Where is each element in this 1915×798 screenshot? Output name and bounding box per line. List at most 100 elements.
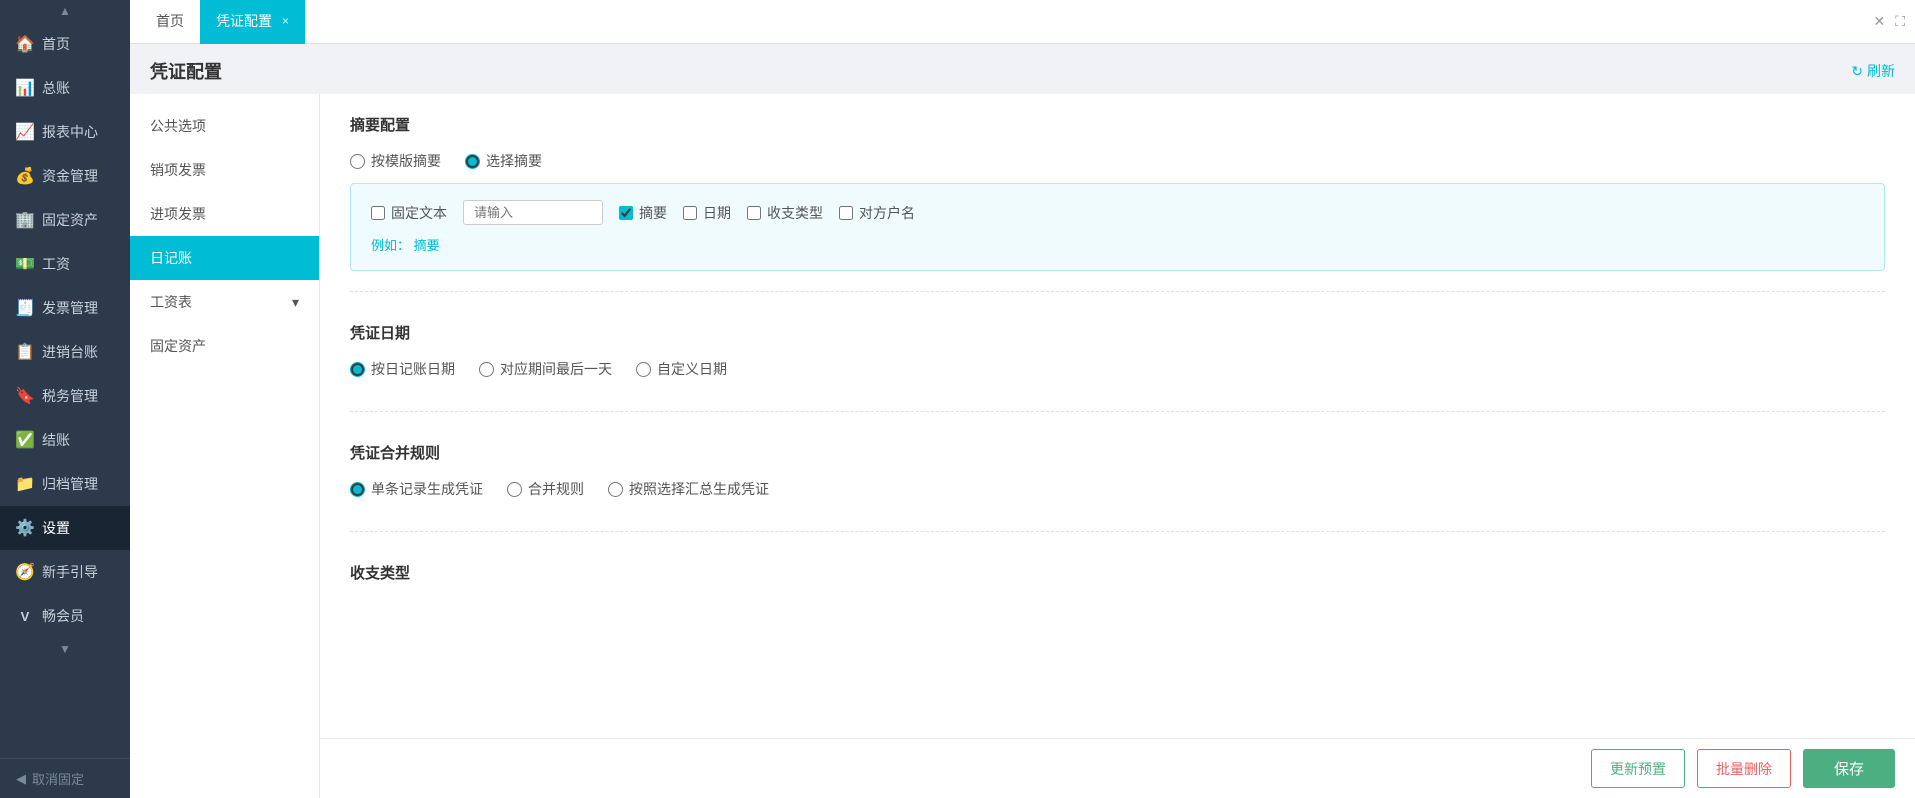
merge-rule-title: 凭证合并规则 — [350, 442, 1885, 463]
merge-radio-single[interactable]: 单条记录生成凭证 — [350, 479, 483, 499]
sidebar-item-home[interactable]: 🏠 首页 — [0, 22, 130, 66]
sidebar-item-ledger[interactable]: 📊 总账 — [0, 66, 130, 110]
date-radio-custom-input[interactable] — [636, 362, 651, 377]
left-nav: 公共选项 销项发票 进项发票 日记账 工资表 ▾ 固定资产 — [130, 94, 320, 798]
income-expense-section: 收支类型 — [350, 562, 1885, 619]
checkbox-fixed-text-input[interactable] — [371, 206, 385, 220]
payroll-icon: 💵 — [16, 255, 34, 273]
merge-radio-single-input[interactable] — [350, 482, 365, 497]
sidebar-item-report[interactable]: 📈 报表中心 — [0, 110, 130, 154]
voucher-date-radio-row: 按日记账日期 对应期间最后一天 自定义日期 — [350, 359, 1885, 379]
merge-radio-rule-input[interactable] — [507, 482, 522, 497]
abstract-config-box: 固定文本 摘要 日期 — [350, 183, 1885, 271]
archive-icon: 📁 — [16, 475, 34, 493]
page-title: 凭证配置 — [150, 58, 222, 84]
invoice-icon: 🧾 — [16, 299, 34, 317]
sidebar-item-inventory[interactable]: 📋 进销台账 — [0, 330, 130, 374]
tab-actions: ✕ ⛶ — [1873, 13, 1905, 30]
inventory-icon: 📋 — [16, 343, 34, 361]
checkbox-date[interactable]: 日期 — [683, 203, 731, 223]
tab-home[interactable]: 首页 — [140, 0, 200, 44]
tab-bar: 首页 凭证配置 × ✕ ⛶ — [130, 0, 1915, 44]
tax-icon: 🔖 — [16, 387, 34, 405]
abstract-example: 例如： 摘要 — [371, 235, 1864, 254]
abstract-radio-select[interactable]: 选择摘要 — [465, 151, 542, 171]
sidebar-item-invoice[interactable]: 🧾 发票管理 — [0, 286, 130, 330]
checkbox-income-type-input[interactable] — [747, 206, 761, 220]
right-content: 摘要配置 按模版摘要 选择摘要 — [320, 94, 1915, 738]
merge-radio-summary-input[interactable] — [608, 482, 623, 497]
tab-close-button[interactable]: × — [282, 14, 289, 28]
checkbox-counterparty-input[interactable] — [839, 206, 853, 220]
maximize-button[interactable]: ⛶ — [1895, 13, 1905, 30]
date-radio-journal[interactable]: 按日记账日期 — [350, 359, 455, 379]
sidebar-item-settings[interactable]: ⚙️ 设置 — [0, 506, 130, 550]
abstract-radio-select-input[interactable] — [465, 154, 480, 169]
cancel-pin-button[interactable]: ◀ 取消固定 — [0, 758, 130, 798]
abstract-text-field[interactable] — [463, 200, 603, 225]
report-icon: 📈 — [16, 123, 34, 141]
date-radio-last-day-input[interactable] — [479, 362, 494, 377]
home-icon: 🏠 — [16, 35, 34, 53]
sidebar-item-tax[interactable]: 🔖 税务管理 — [0, 374, 130, 418]
merge-rule-section: 凭证合并规则 单条记录生成凭证 合并规则 — [350, 442, 1885, 532]
date-radio-journal-input[interactable] — [350, 362, 365, 377]
body-layout: 公共选项 销项发票 进项发票 日记账 工资表 ▾ 固定资产 — [130, 94, 1915, 798]
main-area: 首页 凭证配置 × ✕ ⛶ 凭证配置 ↻ 刷新 公共选项 — [130, 0, 1915, 798]
abstract-section-title: 摘要配置 — [350, 114, 1885, 135]
abstract-radio-template[interactable]: 按模版摘要 — [350, 151, 441, 171]
bottom-actions: 更新预置 批量删除 保存 — [320, 738, 1915, 798]
checkbox-date-input[interactable] — [683, 206, 697, 220]
update-preview-button[interactable]: 更新预置 — [1591, 749, 1685, 788]
ledger-icon: 📊 — [16, 79, 34, 97]
sidebar-item-funds[interactable]: 💰 资金管理 — [0, 154, 130, 198]
voucher-date-title: 凭证日期 — [350, 322, 1885, 343]
sidebar-item-guide[interactable]: 🧭 新手引导 — [0, 550, 130, 594]
merge-radio-summary[interactable]: 按照选择汇总生成凭证 — [608, 479, 769, 499]
sidebar-scroll-up[interactable]: ▲ — [0, 0, 130, 22]
guide-icon: 🧭 — [16, 563, 34, 581]
funds-icon: 💰 — [16, 167, 34, 185]
save-button[interactable]: 保存 — [1803, 749, 1895, 788]
abstract-checkbox-row: 固定文本 摘要 日期 — [371, 200, 1864, 225]
nav-input-invoice[interactable]: 进项发票 — [130, 192, 319, 236]
nav-output-invoice[interactable]: 销项发票 — [130, 148, 319, 192]
sidebar-item-assets[interactable]: 🏢 固定资产 — [0, 198, 130, 242]
checkbox-income-type[interactable]: 收支类型 — [747, 203, 823, 223]
sidebar-item-close-account[interactable]: ✅ 结账 — [0, 418, 130, 462]
member-icon: V — [16, 607, 34, 625]
sidebar-item-payroll[interactable]: 💵 工资 — [0, 242, 130, 286]
nav-journal[interactable]: 日记账 — [130, 236, 319, 280]
abstract-radio-row: 按模版摘要 选择摘要 — [350, 151, 1885, 171]
close-account-icon: ✅ — [16, 431, 34, 449]
nav-payroll-table[interactable]: 工资表 ▾ — [130, 280, 319, 324]
checkbox-abstract[interactable]: 摘要 — [619, 203, 667, 223]
page-content: 凭证配置 ↻ 刷新 公共选项 销项发票 进项发票 日记账 — [130, 44, 1915, 798]
date-radio-last-day[interactable]: 对应期间最后一天 — [479, 359, 612, 379]
abstract-radio-template-input[interactable] — [350, 154, 365, 169]
refresh-button[interactable]: ↻ 刷新 — [1851, 61, 1895, 81]
sidebar-scroll-down[interactable]: ▼ — [0, 638, 130, 660]
checkbox-counterparty[interactable]: 对方户名 — [839, 203, 915, 223]
pin-icon: ◀ — [16, 771, 26, 787]
sidebar-item-member[interactable]: V 畅会员 — [0, 594, 130, 638]
assets-icon: 🏢 — [16, 211, 34, 229]
batch-delete-button[interactable]: 批量删除 — [1697, 749, 1791, 788]
tab-voucher-config[interactable]: 凭证配置 × — [200, 0, 305, 44]
refresh-icon: ↻ — [1851, 63, 1863, 80]
settings-icon: ⚙️ — [16, 519, 34, 537]
checkbox-abstract-input[interactable] — [619, 206, 633, 220]
page-header: 凭证配置 ↻ 刷新 — [130, 44, 1915, 94]
sidebar: ▲ 🏠 首页 📊 总账 📈 报表中心 💰 资金管理 🏢 固定资产 💵 工资 🧾 … — [0, 0, 130, 798]
minimize-button[interactable]: ✕ — [1873, 13, 1885, 30]
abstract-section: 摘要配置 按模版摘要 选择摘要 — [350, 114, 1885, 292]
date-radio-custom[interactable]: 自定义日期 — [636, 359, 727, 379]
voucher-date-section: 凭证日期 按日记账日期 对应期间最后一天 — [350, 322, 1885, 412]
nav-fixed-assets[interactable]: 固定资产 — [130, 324, 319, 368]
sidebar-item-archive[interactable]: 📁 归档管理 — [0, 462, 130, 506]
merge-rule-radio-row: 单条记录生成凭证 合并规则 按照选择汇总生成凭证 — [350, 479, 1885, 499]
nav-public-options[interactable]: 公共选项 — [130, 104, 319, 148]
merge-radio-rule[interactable]: 合并规则 — [507, 479, 584, 499]
checkbox-fixed-text[interactable]: 固定文本 — [371, 203, 447, 223]
income-expense-title: 收支类型 — [350, 562, 1885, 583]
